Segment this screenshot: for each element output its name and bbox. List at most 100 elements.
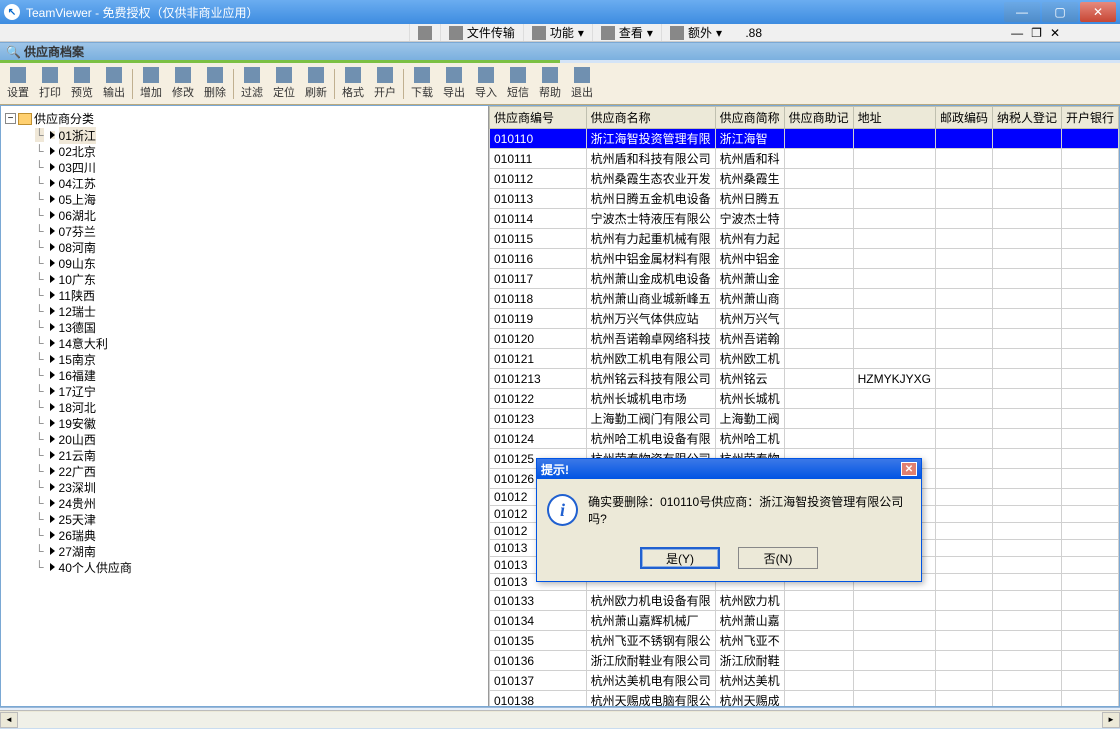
horizontal-scrollbar[interactable]: ◄ ► xyxy=(0,710,1120,728)
toolbar-帮助[interactable]: 帮助 xyxy=(534,65,566,103)
table-row[interactable]: 010118杭州萧山商业城新峰五杭州萧山商 xyxy=(490,289,1119,309)
toolbar-输出[interactable]: 输出 xyxy=(98,65,130,103)
table-row[interactable]: 010110浙江海智投资管理有限浙江海智 xyxy=(490,129,1119,149)
tv-file-transfer[interactable]: 文件传输 xyxy=(440,24,523,41)
tree-item[interactable]: └12瑞士 xyxy=(5,303,484,319)
scroll-left-button[interactable]: ◄ xyxy=(0,712,18,728)
toolbar-导入[interactable]: 导入 xyxy=(470,65,502,103)
toolbar-导出[interactable]: 导出 xyxy=(438,65,470,103)
column-header[interactable]: 供应商编号 xyxy=(490,107,587,129)
minimize-button[interactable]: — xyxy=(1004,2,1040,22)
toolbar-下载[interactable]: 下载 xyxy=(406,65,438,103)
tree-item[interactable]: └01浙江 xyxy=(5,127,484,143)
toolbar-修改[interactable]: 修改 xyxy=(167,65,199,103)
tree-item[interactable]: └13德国 xyxy=(5,319,484,335)
table-row[interactable]: 010116杭州中铝金属材料有限杭州中铝金 xyxy=(490,249,1119,269)
tree-item[interactable]: └14意大利 xyxy=(5,335,484,351)
no-button[interactable]: 否(N) xyxy=(738,547,818,569)
table-row[interactable]: 010136浙江欣耐鞋业有限公司浙江欣耐鞋 xyxy=(490,651,1119,671)
tree-item[interactable]: └23深圳 xyxy=(5,479,484,495)
table-row[interactable]: 010111杭州盾和科技有限公司杭州盾和科 xyxy=(490,149,1119,169)
table-row[interactable]: 010120杭州吾诺翰卓网络科技杭州吾诺翰 xyxy=(490,329,1119,349)
scroll-right-button[interactable]: ► xyxy=(1102,712,1120,728)
table-row[interactable]: 010122杭州长城机电市场杭州长城机 xyxy=(490,389,1119,409)
tree-item[interactable]: └05上海 xyxy=(5,191,484,207)
table-row[interactable]: 010124杭州哈工机电设备有限杭州哈工机 xyxy=(490,429,1119,449)
tree-item[interactable]: └22广西 xyxy=(5,463,484,479)
tv-close-session[interactable] xyxy=(409,24,440,41)
category-tree[interactable]: − 供应商分类 └01浙江└02北京└03四川└04江苏└05上海└06湖北└0… xyxy=(1,106,489,706)
table-row[interactable]: 010114宁波杰士特液压有限公宁波杰士特 xyxy=(490,209,1119,229)
toolbar-退出[interactable]: 退出 xyxy=(566,65,598,103)
tree-item[interactable]: └26瑞典 xyxy=(5,527,484,543)
toolbar-设置[interactable]: 设置 xyxy=(2,65,34,103)
table-row[interactable]: 010119杭州万兴气体供应站杭州万兴气 xyxy=(490,309,1119,329)
column-header[interactable]: 地址 xyxy=(853,107,935,129)
inner-close[interactable]: ✕ xyxy=(1050,26,1060,40)
table-row[interactable]: 010137杭州达美机电有限公司杭州达美机 xyxy=(490,671,1119,691)
tree-item[interactable]: └40个人供应商 xyxy=(5,559,484,575)
tree-item[interactable]: └04江苏 xyxy=(5,175,484,191)
column-header[interactable]: 供应商名称 xyxy=(586,107,715,129)
column-header[interactable]: 供应商助记 xyxy=(784,107,853,129)
table-row[interactable]: 010123上海勤工阀门有限公司上海勤工阀 xyxy=(490,409,1119,429)
table-row[interactable]: 010135杭州飞亚不锈钢有限公杭州飞亚不 xyxy=(490,631,1119,651)
toolbar-开户[interactable]: 开户 xyxy=(369,65,401,103)
tree-item[interactable]: └07芬兰 xyxy=(5,223,484,239)
toolbar-刷新[interactable]: 刷新 xyxy=(300,65,332,103)
tree-item[interactable]: └17辽宁 xyxy=(5,383,484,399)
table-row[interactable]: 010117杭州萧山金成机电设备杭州萧山金 xyxy=(490,269,1119,289)
table-row[interactable]: 010133杭州欧力机电设备有限杭州欧力机 xyxy=(490,591,1119,611)
column-header[interactable]: 供应商简称 xyxy=(715,107,784,129)
table-row[interactable]: 010121杭州欧工机电有限公司杭州欧工机 xyxy=(490,349,1119,369)
tv-extra[interactable]: 额外 ▾ xyxy=(661,24,730,41)
scroll-track[interactable] xyxy=(18,712,1102,728)
supplier-grid[interactable]: 供应商编号供应商名称供应商简称供应商助记地址邮政编码纳税人登记开户银行 0101… xyxy=(489,106,1119,706)
inner-restore[interactable]: ❐ xyxy=(1031,26,1042,40)
table-row[interactable]: 010138杭州天赐成电脑有限公杭州天赐成 xyxy=(490,691,1119,707)
collapse-icon[interactable]: − xyxy=(5,113,16,124)
tree-item[interactable]: └11陕西 xyxy=(5,287,484,303)
toolbar-格式[interactable]: 格式 xyxy=(337,65,369,103)
tv-view[interactable]: 查看 ▾ xyxy=(592,24,661,41)
tree-root[interactable]: − 供应商分类 xyxy=(5,110,484,127)
toolbar-预览[interactable]: 预览 xyxy=(66,65,98,103)
column-header[interactable]: 邮政编码 xyxy=(935,107,992,129)
tree-item[interactable]: └10广东 xyxy=(5,271,484,287)
table-row[interactable]: 0101213杭州铭云科技有限公司杭州铭云HZMYKJYXG xyxy=(490,369,1119,389)
tree-item[interactable]: └20山西 xyxy=(5,431,484,447)
tree-item[interactable]: └21云南 xyxy=(5,447,484,463)
tree-item[interactable]: └25天津 xyxy=(5,511,484,527)
tree-item[interactable]: └24贵州 xyxy=(5,495,484,511)
table-row[interactable]: 010115杭州有力起重机械有限杭州有力起 xyxy=(490,229,1119,249)
column-header[interactable]: 纳税人登记 xyxy=(992,107,1061,129)
column-header[interactable]: 开户银行 xyxy=(1061,107,1118,129)
maximize-button[interactable]: ▢ xyxy=(1042,2,1078,22)
toolbar-过滤[interactable]: 过滤 xyxy=(236,65,268,103)
toolbar-短信[interactable]: 短信 xyxy=(502,65,534,103)
inner-minimize[interactable]: — xyxy=(1011,26,1023,40)
dialog-titlebar[interactable]: 提示! ✕ xyxy=(537,459,921,479)
dialog-close-button[interactable]: ✕ xyxy=(901,462,917,476)
toolbar-删除[interactable]: 删除 xyxy=(199,65,231,103)
table-row[interactable]: 010134杭州萧山嘉辉机械厂杭州萧山嘉 xyxy=(490,611,1119,631)
app-title: 供应商档案 xyxy=(24,43,84,60)
yes-button[interactable]: 是(Y) xyxy=(640,547,720,569)
tree-item[interactable]: └19安徽 xyxy=(5,415,484,431)
tree-item[interactable]: └06湖北 xyxy=(5,207,484,223)
tree-item[interactable]: └02北京 xyxy=(5,143,484,159)
toolbar-定位[interactable]: 定位 xyxy=(268,65,300,103)
toolbar-打印[interactable]: 打印 xyxy=(34,65,66,103)
close-button[interactable]: ✕ xyxy=(1080,2,1116,22)
tv-function[interactable]: 功能 ▾ xyxy=(523,24,592,41)
tree-item[interactable]: └27湖南 xyxy=(5,543,484,559)
table-row[interactable]: 010113杭州日腾五金机电设备杭州日腾五 xyxy=(490,189,1119,209)
tree-item[interactable]: └09山东 xyxy=(5,255,484,271)
tree-item[interactable]: └16福建 xyxy=(5,367,484,383)
table-row[interactable]: 010112杭州桑霞生态农业开发杭州桑霞生 xyxy=(490,169,1119,189)
tree-item[interactable]: └08河南 xyxy=(5,239,484,255)
toolbar-增加[interactable]: 增加 xyxy=(135,65,167,103)
tree-item[interactable]: └18河北 xyxy=(5,399,484,415)
tree-item[interactable]: └15南京 xyxy=(5,351,484,367)
tree-item[interactable]: └03四川 xyxy=(5,159,484,175)
